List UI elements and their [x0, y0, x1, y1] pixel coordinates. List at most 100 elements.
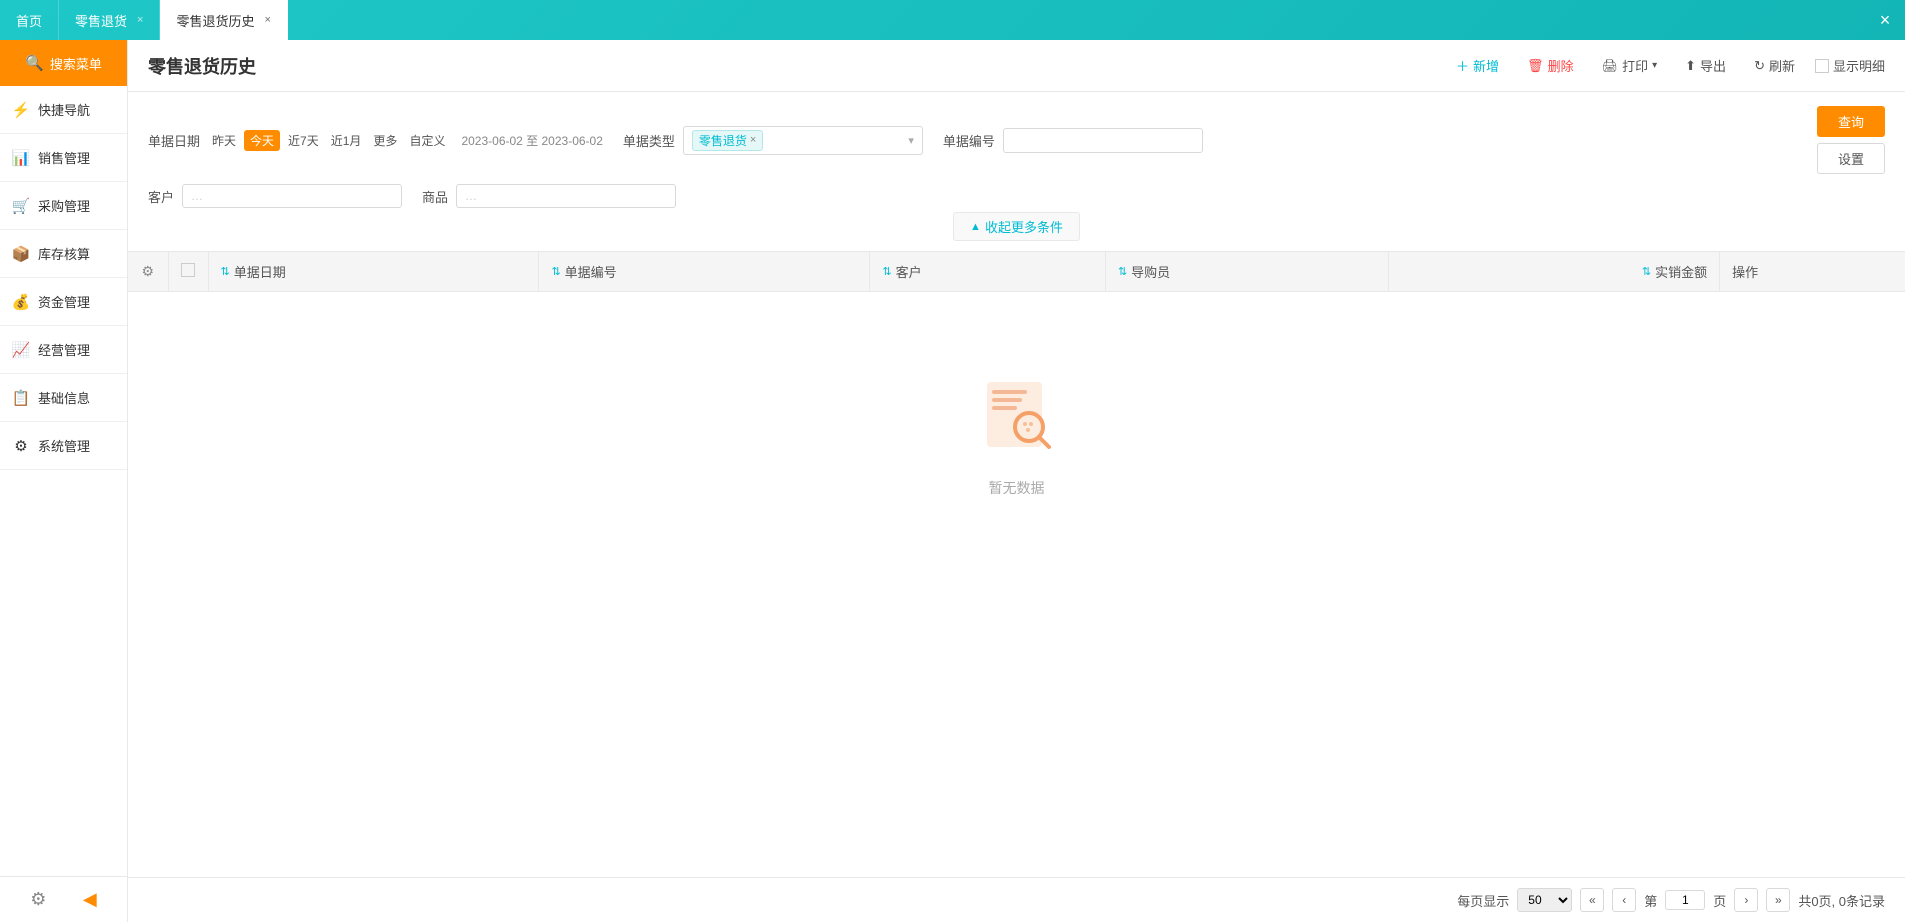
tab-return-close[interactable]: × — [137, 14, 143, 26]
sidebar-item-purchase-mgmt[interactable]: 🛒 采购管理 — [0, 182, 127, 230]
select-all-checkbox[interactable] — [181, 263, 195, 277]
customer-input[interactable]: … — [182, 184, 402, 208]
tab-home[interactable]: 首页 — [0, 0, 59, 40]
date-filter-group: 单据日期 昨天 今天 近7天 近1月 更多 自定义 2023-06-02 至 2… — [148, 130, 603, 151]
collapse-button[interactable]: ▲ 收起更多条件 — [953, 212, 1080, 241]
date-btn-7days[interactable]: 近7天 — [284, 130, 323, 151]
sidebar-item-inventory-label: 库存核算 — [38, 244, 90, 263]
goods-label: 商品 — [422, 187, 448, 206]
top-bar: 首页 零售退货 × 零售退货历史 × × — [0, 0, 1905, 40]
page-suffix-label: 页 — [1713, 891, 1726, 910]
sort-guide-icon: ⇅ — [1118, 265, 1127, 278]
settings-bottom-icon[interactable]: ⚙ — [30, 889, 46, 910]
date-btn-yesterday[interactable]: 昨天 — [208, 130, 240, 151]
collapse-label: 收起更多条件 — [985, 217, 1063, 236]
order-no-input[interactable] — [1003, 128, 1203, 153]
sidebar-item-sales-mgmt[interactable]: 📊 销售管理 — [0, 134, 127, 182]
page-title: 零售退货历史 — [148, 53, 256, 79]
th-guide[interactable]: ⇅ 导购员 — [1105, 252, 1388, 292]
filter-settings-button[interactable]: 设置 — [1817, 143, 1885, 174]
collapse-row: ▲ 收起更多条件 — [148, 212, 1885, 241]
refresh-button[interactable]: ↻ 刷新 — [1746, 52, 1803, 79]
date-btn-more[interactable]: 更多 — [369, 130, 401, 151]
query-button[interactable]: 查询 — [1817, 106, 1885, 137]
page-number-input[interactable] — [1665, 890, 1705, 910]
type-tag-value: 零售退货 — [699, 132, 747, 149]
filter-row-2: 客户 … 商品 … — [148, 184, 1885, 208]
purchase-mgmt-icon: 🛒 — [12, 197, 30, 215]
th-customer-label: 客户 — [896, 262, 922, 281]
date-filter-label: 单据日期 — [148, 131, 200, 150]
sidebar-item-inventory[interactable]: 📦 库存核算 — [0, 230, 127, 278]
sidebar-search-button[interactable]: 🔍 搜索菜单 — [0, 40, 127, 86]
finance-icon: 💰 — [12, 293, 30, 311]
sidebar-item-system-mgmt[interactable]: ⚙ 系统管理 — [0, 422, 127, 470]
th-order-no[interactable]: ⇅ 单据编号 — [539, 252, 870, 292]
app-close-button[interactable]: × — [1865, 0, 1905, 40]
th-actions-label: 操作 — [1732, 265, 1758, 280]
date-buttons: 昨天 今天 近7天 近1月 更多 自定义 — [208, 130, 449, 151]
page-next-button[interactable]: › — [1734, 888, 1758, 912]
basic-info-icon: 📋 — [12, 389, 30, 407]
page-first-button[interactable]: « — [1580, 888, 1604, 912]
table-header-row: ⚙ ⇅ 单据日期 ⇅ — [128, 252, 1905, 292]
th-amount-label: 实销金额 — [1655, 262, 1707, 281]
type-tag: 零售退货 × — [692, 130, 763, 151]
page-last-button[interactable]: » — [1766, 888, 1790, 912]
sidebar-item-quick-nav[interactable]: ⚡ 快捷导航 — [0, 86, 127, 134]
tab-list: 首页 零售退货 × 零售退货历史 × — [0, 0, 1865, 40]
operation-icon: 📈 — [12, 341, 30, 359]
new-button[interactable]: ＋ 新增 — [1448, 52, 1507, 79]
sidebar-item-finance[interactable]: 💰 资金管理 — [0, 278, 127, 326]
sidebar-item-basic-info[interactable]: 📋 基础信息 — [0, 374, 127, 422]
tab-return-history-close[interactable]: × — [264, 14, 270, 26]
sort-amount-icon: ⇅ — [1642, 265, 1651, 278]
empty-state-icon — [967, 372, 1067, 462]
export-label: 导出 — [1700, 56, 1726, 75]
table-wrapper: ⚙ ⇅ 单据日期 ⇅ — [128, 252, 1905, 877]
th-guide-label: 导购员 — [1131, 262, 1170, 281]
tab-return-label: 零售退货 — [75, 11, 127, 30]
empty-state-cell: 暂无数据 — [128, 292, 1905, 579]
th-order-no-label: 单据编号 — [565, 262, 617, 281]
tab-return-history[interactable]: 零售退货历史 × — [160, 0, 287, 40]
total-label: 共0页, 0条记录 — [1798, 891, 1885, 910]
tab-return[interactable]: 零售退货 × — [59, 0, 160, 40]
delete-button[interactable]: 🗑 删除 — [1519, 52, 1582, 79]
sidebar: 🔍 搜索菜单 ⚡ 快捷导航 📊 销售管理 🛒 采购管理 📦 库存核算 💰 — [0, 40, 128, 922]
sidebar-item-operation[interactable]: 📈 经营管理 — [0, 326, 127, 374]
close-icon: × — [1880, 10, 1891, 31]
page-size-select[interactable]: 20 50 100 — [1517, 888, 1572, 912]
prev-page-icon: ‹ — [1622, 893, 1626, 907]
type-selector[interactable]: 零售退货 × ▾ — [683, 126, 923, 155]
page-prefix-label: 第 — [1644, 891, 1657, 910]
print-label: 打印 — [1622, 56, 1648, 75]
settings-gear-icon[interactable]: ⚙ — [141, 263, 154, 279]
sidebar-item-basic-info-label: 基础信息 — [38, 388, 90, 407]
new-label: 新增 — [1473, 56, 1499, 75]
type-tag-close-icon[interactable]: × — [750, 134, 756, 146]
filter-row-1: 单据日期 昨天 今天 近7天 近1月 更多 自定义 2023-06-02 至 2… — [148, 106, 1885, 174]
date-btn-custom[interactable]: 自定义 — [405, 130, 449, 151]
sidebar-item-operation-label: 经营管理 — [38, 340, 90, 359]
th-amount[interactable]: ⇅ 实销金额 — [1389, 252, 1720, 292]
order-no-label: 单据编号 — [943, 131, 995, 150]
collapse-sidebar-icon[interactable]: ◀ — [83, 889, 97, 910]
sort-customer-icon: ⇅ — [882, 265, 891, 278]
page-prev-button[interactable]: ‹ — [1612, 888, 1636, 912]
date-btn-today[interactable]: 今天 — [244, 130, 280, 151]
th-customer[interactable]: ⇅ 客户 — [870, 252, 1106, 292]
print-button[interactable]: 🖨 打印 ▾ — [1594, 52, 1666, 79]
last-page-icon: » — [1775, 893, 1782, 907]
goods-input[interactable]: … — [456, 184, 676, 208]
th-date[interactable]: ⇅ 单据日期 — [208, 252, 539, 292]
refresh-label: 刷新 — [1769, 56, 1795, 75]
pagination-bar: 每页显示 20 50 100 « ‹ 第 页 › » 共0页, 0条记录 — [128, 877, 1905, 922]
th-settings[interactable]: ⚙ — [128, 252, 168, 292]
date-btn-1month[interactable]: 近1月 — [327, 130, 366, 151]
export-button[interactable]: ⬆ 导出 — [1677, 52, 1734, 79]
order-no-filter-group: 单据编号 — [943, 128, 1203, 153]
display-mingxi-checkbox[interactable] — [1815, 59, 1829, 73]
customer-placeholder: … — [191, 189, 203, 203]
sidebar-bottom: ⚙ ◀ — [0, 876, 127, 922]
